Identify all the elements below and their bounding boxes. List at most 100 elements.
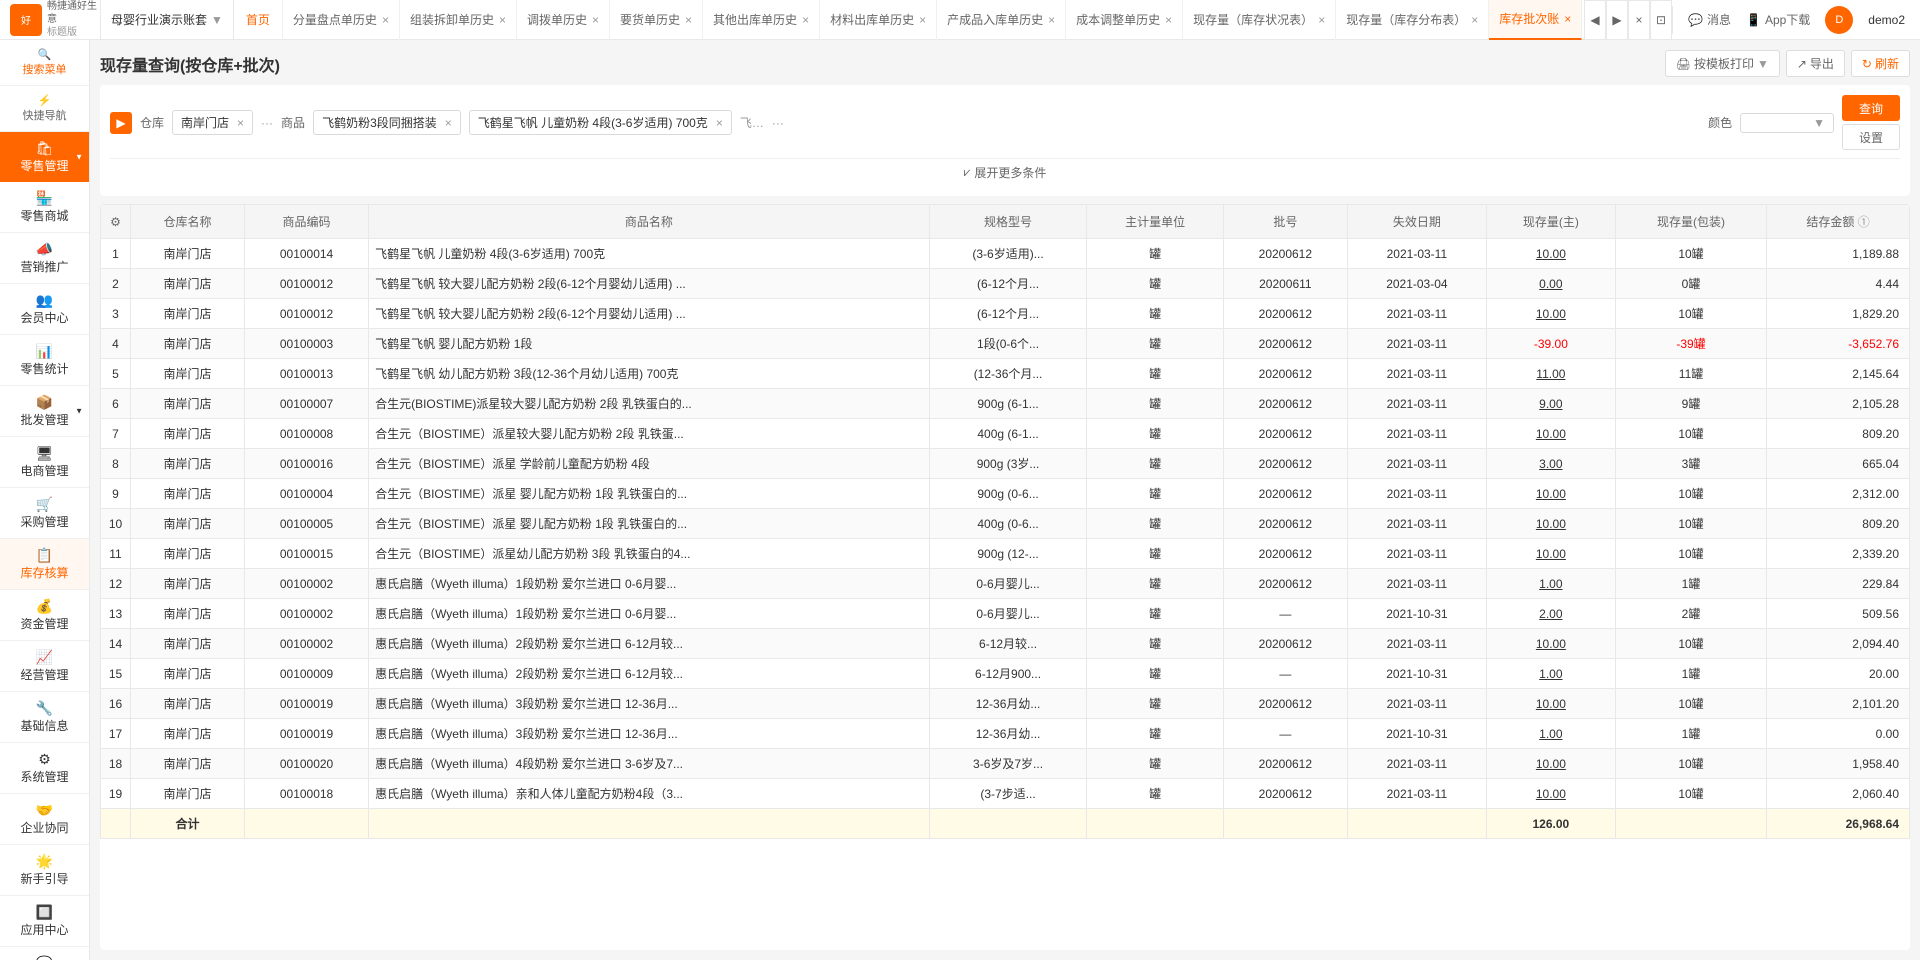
- query-button[interactable]: 查询: [1842, 95, 1900, 121]
- tab-item[interactable]: 调拨单历史 ×: [517, 0, 610, 40]
- sidebar-item-purchase[interactable]: 🛒 采购管理: [0, 488, 89, 539]
- table-cell: (6-12个月...: [929, 299, 1087, 329]
- sidebar-item-finance[interactable]: 💰 资金管理: [0, 590, 89, 641]
- table-cell: 10罐: [1615, 239, 1766, 269]
- tab-item[interactable]: 其他出库单历史 ×: [703, 0, 820, 40]
- sidebar-item-inventory[interactable]: 📋 库存核算: [0, 539, 89, 590]
- tab-close-all-btn[interactable]: ×: [1628, 0, 1650, 40]
- col-qty-pkg: 现存量(包装): [1615, 205, 1766, 239]
- table-cell: 229.84: [1767, 569, 1910, 599]
- qty-link[interactable]: 10.00: [1486, 509, 1615, 539]
- message-btn[interactable]: 💬 消息: [1688, 11, 1731, 28]
- account-selector[interactable]: 母婴行业演示账套 ▼: [100, 0, 234, 40]
- tab-next-btn[interactable]: ▶: [1606, 0, 1628, 40]
- qty-link[interactable]: 1.00: [1486, 569, 1615, 599]
- qty-link[interactable]: 10.00: [1486, 779, 1615, 809]
- qty-link[interactable]: 10.00: [1486, 239, 1615, 269]
- qty-link[interactable]: 11.00: [1486, 359, 1615, 389]
- tab-item[interactable]: 成本调整单历史 ×: [1066, 0, 1183, 40]
- tab-close-icon[interactable]: ×: [1318, 13, 1325, 27]
- tab-expand-btn[interactable]: ⊡: [1650, 0, 1672, 40]
- tab-item[interactable]: 组装拆卸单历史 ×: [400, 0, 517, 40]
- refresh-btn[interactable]: ↻ 刷新: [1851, 50, 1910, 77]
- qty-link[interactable]: 10.00: [1486, 419, 1615, 449]
- warehouse-close-icon[interactable]: ×: [237, 116, 244, 130]
- table-cell: 飞鹤星飞帆 较大婴儿配方奶粉 2段(6-12个月婴幼儿适用) ...: [369, 299, 930, 329]
- qty-link[interactable]: 10.00: [1486, 539, 1615, 569]
- table-row: 18南岸门店00100020惠氏启膳（Wyeth illuma）4段奶粉 爱尔兰…: [101, 749, 1910, 779]
- quick-nav-btn[interactable]: ⚡ 快捷导航: [0, 86, 89, 132]
- qty-link[interactable]: 1.00: [1486, 719, 1615, 749]
- sidebar-item-marketing[interactable]: 📣 营销推广: [0, 233, 89, 284]
- qty-link[interactable]: 0.00: [1486, 269, 1615, 299]
- tab-close-icon[interactable]: ×: [802, 13, 809, 27]
- sidebar-item-apps[interactable]: 🔲 应用中心: [0, 896, 89, 947]
- qty-link[interactable]: 10.00: [1486, 299, 1615, 329]
- user-avatar[interactable]: D: [1825, 6, 1853, 34]
- search-menu-btn[interactable]: 🔍 搜索菜单: [0, 40, 89, 86]
- sidebar-item-retail-mall[interactable]: 🏪 零售商城: [0, 182, 89, 233]
- tab-item[interactable]: 现存量（库存状况表） ×: [1183, 0, 1336, 40]
- qty-link[interactable]: 9.00: [1486, 389, 1615, 419]
- tab-close-icon[interactable]: ×: [919, 13, 926, 27]
- goods-filter-1[interactable]: 飞鹤奶粉3段同捆搭装 ×: [313, 110, 461, 135]
- print-btn[interactable]: 🖨 按模板打印 ▼: [1665, 50, 1780, 77]
- filter-expand-arrow[interactable]: ▶: [110, 112, 132, 134]
- table-cell: 1: [101, 239, 131, 269]
- tab-close-icon[interactable]: ×: [592, 13, 599, 27]
- export-btn[interactable]: ↗ 导出: [1786, 50, 1845, 77]
- message-icon: 💬: [1688, 13, 1703, 27]
- table-cell: 6: [101, 389, 131, 419]
- sidebar-item-business[interactable]: 📈 经营管理: [0, 641, 89, 692]
- tab-close-icon[interactable]: ×: [1048, 13, 1055, 27]
- goods2-close-icon[interactable]: ×: [716, 116, 723, 130]
- qty-link[interactable]: 3.00: [1486, 449, 1615, 479]
- goods1-close-icon[interactable]: ×: [445, 116, 452, 130]
- sidebar-item-retail-stats[interactable]: 📊 零售统计: [0, 335, 89, 386]
- expand-conditions-btn[interactable]: ⩗ 展开更多条件: [110, 158, 1900, 186]
- sidebar-item-member[interactable]: 👥 会员中心: [0, 284, 89, 335]
- tab-item[interactable]: 产成品入库单历史 ×: [937, 0, 1066, 40]
- tab-home[interactable]: 首页: [234, 0, 283, 40]
- tab-item[interactable]: 现存量（库存分布表） ×: [1336, 0, 1489, 40]
- qty-link[interactable]: 1.00: [1486, 659, 1615, 689]
- settings-button[interactable]: 设置: [1842, 124, 1900, 150]
- tab-prev-btn[interactable]: ◀: [1584, 0, 1606, 40]
- qty-link[interactable]: 10.00: [1486, 479, 1615, 509]
- qty-link[interactable]: 2.00: [1486, 599, 1615, 629]
- settings-icon[interactable]: ⚙: [110, 215, 121, 229]
- table-scroll[interactable]: ⚙ 仓库名称 商品编码 商品名称 规格型号 主计量单位 批号 失效日期 现存量(…: [100, 204, 1910, 950]
- sidebar-item-basic[interactable]: 🔧 基础信息: [0, 692, 89, 743]
- table-cell: 6-12月900...: [929, 659, 1087, 689]
- goods-filter-2[interactable]: 飞鹤星飞帆 儿童奶粉 4段(3-6岁适用) 700克 ×: [469, 110, 732, 135]
- sidebar-item-guide[interactable]: 🌟 新手引导: [0, 845, 89, 896]
- tab-item[interactable]: 要货单历史 ×: [610, 0, 703, 40]
- tab-close-icon[interactable]: ×: [499, 13, 506, 27]
- sidebar-item-ecommerce[interactable]: 🖥 电商管理: [0, 437, 89, 488]
- tab-item[interactable]: 材料出库单历史 ×: [820, 0, 937, 40]
- qty-link[interactable]: 10.00: [1486, 629, 1615, 659]
- sidebar-item-system[interactable]: ⚙ 系统管理: [0, 743, 89, 794]
- qty-link[interactable]: 10.00: [1486, 749, 1615, 779]
- col-settings[interactable]: ⚙: [101, 205, 131, 239]
- table-row: 19南岸门店00100018惠氏启膳（Wyeth illuma）亲和人体儿童配方…: [101, 779, 1910, 809]
- tab-close-icon[interactable]: ×: [685, 13, 692, 27]
- tab-close-icon[interactable]: ×: [1471, 13, 1478, 27]
- info-icon[interactable]: ①: [1858, 215, 1870, 229]
- table-cell: 1,958.40: [1767, 749, 1910, 779]
- sidebar-item-collab[interactable]: 🤝 企业协同: [0, 794, 89, 845]
- col-name: 商品名称: [369, 205, 930, 239]
- tab-close-icon-active[interactable]: ×: [1564, 12, 1571, 26]
- app-download-btn[interactable]: 📱 App下载: [1746, 11, 1810, 28]
- tab-close-icon[interactable]: ×: [382, 13, 389, 27]
- table-cell: 合生元（BIOSTIME）派星 婴儿配方奶粉 1段 乳铁蛋白的...: [369, 509, 930, 539]
- color-select-wrapper[interactable]: ▼: [1740, 113, 1834, 133]
- tab-item[interactable]: 分量盘点单历史 ×: [283, 0, 400, 40]
- tab-item-active[interactable]: 库存批次账 ×: [1489, 0, 1582, 40]
- sidebar-item-wechat[interactable]: 💬 企业微信: [0, 947, 89, 960]
- sidebar-item-wholesale[interactable]: 📦 批发管理 ▼: [0, 386, 89, 437]
- warehouse-filter[interactable]: 南岸门店 ×: [172, 110, 253, 135]
- tab-close-icon[interactable]: ×: [1165, 13, 1172, 27]
- qty-link[interactable]: 10.00: [1486, 689, 1615, 719]
- sidebar-item-retail-mgmt[interactable]: 🛍 零售管理 ▼: [0, 132, 89, 182]
